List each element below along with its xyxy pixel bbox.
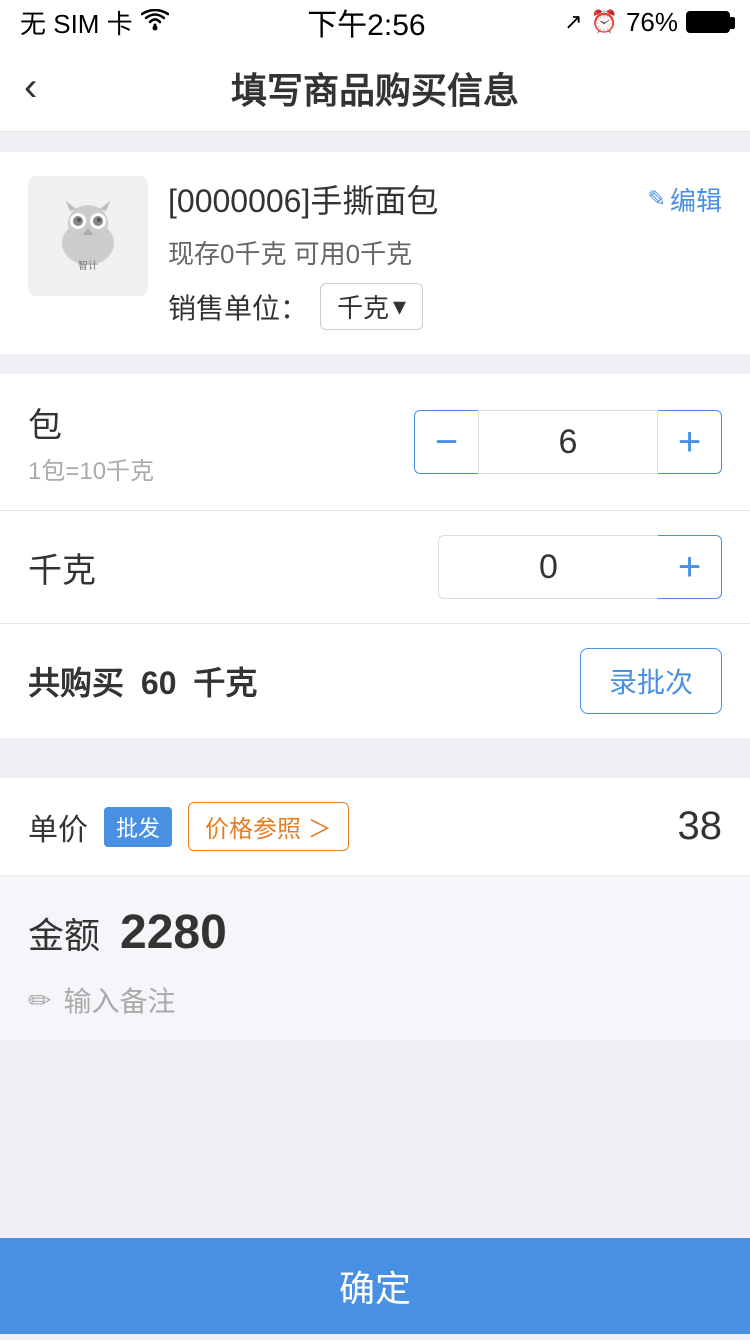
bao-row: 包 1包=10千克 − +	[0, 374, 750, 511]
edit-icon: ✎	[648, 186, 666, 212]
product-info: [0000006]手撕面包 ✎ 编辑 现存0千克 可用0千克 销售单位： 千克 …	[168, 176, 722, 330]
alarm-icon: ⏰	[591, 9, 618, 35]
nav-bar: ‹ 填写商品购买信息	[0, 44, 750, 132]
bao-label-group: 包 1包=10千克	[28, 398, 154, 486]
product-logo: 智计	[48, 201, 128, 271]
price-row: 单价 批发 价格参照 ＞ 38	[28, 802, 722, 851]
input-section: 包 1包=10千克 − + 千克 +	[0, 374, 750, 624]
kg-stepper: +	[438, 535, 722, 599]
price-ref-button[interactable]: 价格参照 ＞	[188, 802, 349, 851]
bao-label: 包	[28, 398, 154, 447]
chevron-down-icon: ▾	[393, 291, 406, 322]
bao-hint: 1包=10千克	[28, 451, 154, 486]
battery-icon	[686, 11, 730, 33]
pencil-icon: ✏	[28, 984, 51, 1017]
bao-minus-button[interactable]: −	[414, 410, 478, 474]
product-unit-row: 销售单位： 千克 ▾	[168, 283, 722, 330]
kg-plus-button[interactable]: +	[658, 535, 722, 599]
carrier-text: 无 SIM 卡	[20, 4, 133, 41]
location-icon: ↗	[564, 9, 582, 35]
page-title: 填写商品购买信息	[231, 62, 519, 114]
amount-section: 金额 2280 ✏ 输入备注	[0, 877, 750, 1040]
total-row: 共购买 60 千克 录批次	[0, 624, 750, 738]
amount-value: 2280	[120, 905, 227, 960]
kg-label: 千克	[28, 543, 96, 592]
product-name: [0000006]手撕面包	[168, 176, 438, 222]
status-right: ↗ ⏰ 76%	[564, 7, 730, 38]
edit-button[interactable]: ✎ 编辑	[648, 181, 722, 218]
bao-input[interactable]	[478, 410, 658, 474]
price-section: 单价 批发 价格参照 ＞ 38	[0, 778, 750, 875]
status-left: 无 SIM 卡	[20, 4, 169, 41]
bao-stepper: − +	[414, 410, 722, 474]
remark-row[interactable]: ✏ 输入备注	[28, 980, 722, 1020]
price-label: 单价	[28, 805, 88, 849]
total-text: 共购买 60 千克	[28, 658, 257, 704]
status-bar: 无 SIM 卡 下午2:56 ↗ ⏰ 76%	[0, 0, 750, 44]
wifi-icon	[141, 7, 169, 38]
kg-input[interactable]	[438, 535, 658, 599]
confirm-button[interactable]: 确定	[0, 1238, 750, 1334]
total-qty: 60	[141, 665, 177, 701]
svg-text:智计: 智计	[78, 259, 98, 271]
status-time: 下午2:56	[307, 0, 425, 44]
unit-dropdown[interactable]: 千克 ▾	[320, 283, 423, 330]
amount-row: 金额 2280	[28, 905, 722, 960]
bao-plus-button[interactable]: +	[658, 410, 722, 474]
amount-label: 金额	[28, 907, 100, 959]
product-stock: 现存0千克 可用0千克	[168, 234, 722, 271]
section-divider-1	[0, 354, 750, 374]
batch-button[interactable]: 录批次	[580, 648, 722, 714]
price-value: 38	[678, 804, 723, 849]
remark-placeholder: 输入备注	[63, 980, 175, 1020]
product-image: 智计	[28, 176, 148, 296]
section-divider-2	[0, 738, 750, 758]
product-card: 智计 [0000006]手撕面包 ✎ 编辑 现存0千克 可用0千克 销售单位： …	[0, 152, 750, 354]
back-button[interactable]: ‹	[24, 65, 37, 110]
kg-row: 千克 +	[0, 511, 750, 624]
battery-text: 76%	[626, 7, 678, 38]
price-tag: 批发	[104, 807, 172, 847]
